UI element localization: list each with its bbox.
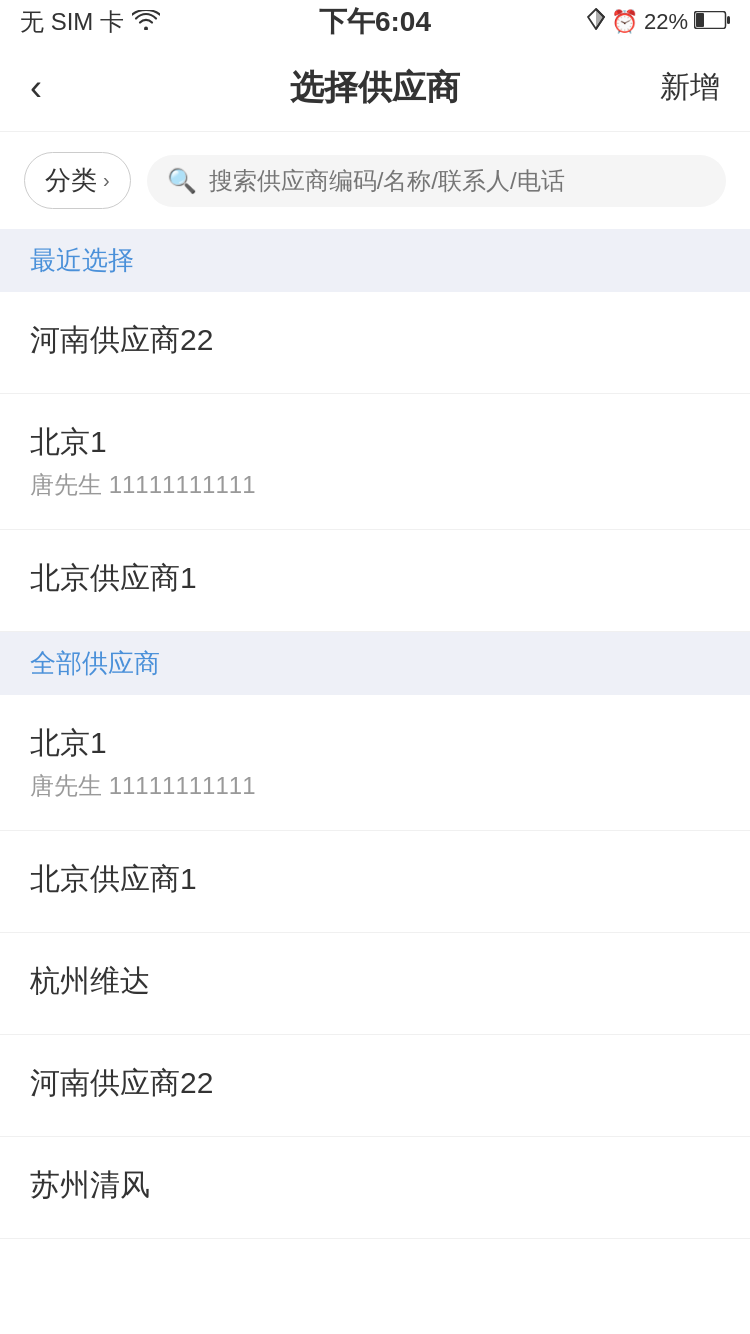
item-name: 苏州清风: [30, 1165, 720, 1206]
recent-section-header: 最近选择: [0, 229, 750, 292]
item-sub: 唐先生 11111111111: [30, 469, 720, 501]
filter-row: 分类 › 🔍: [0, 132, 750, 229]
item-name: 杭州维达: [30, 961, 720, 1002]
list-item[interactable]: 北京供应商1: [0, 831, 750, 933]
battery-label: 22%: [644, 9, 688, 35]
back-button[interactable]: ‹: [30, 67, 90, 109]
list-item[interactable]: 河南供应商22: [0, 1035, 750, 1137]
category-filter-button[interactable]: 分类 ›: [24, 152, 131, 209]
search-box: 🔍: [147, 155, 726, 207]
wifi-icon: [132, 8, 160, 36]
svg-rect-2: [727, 16, 730, 24]
nav-bar: ‹ 选择供应商 新增: [0, 44, 750, 132]
search-input[interactable]: [209, 167, 706, 195]
item-name: 北京供应商1: [30, 859, 720, 900]
svg-rect-1: [696, 13, 704, 27]
status-bar: 无 SIM 卡 下午6:04 ⏰ 22%: [0, 0, 750, 44]
status-left: 无 SIM 卡: [20, 6, 160, 38]
item-name: 北京供应商1: [30, 558, 720, 599]
search-icon: 🔍: [167, 167, 197, 195]
list-item[interactable]: 北京供应商1: [0, 530, 750, 632]
list-item[interactable]: 苏州清风: [0, 1137, 750, 1239]
location-icon: [587, 8, 605, 36]
list-item[interactable]: 河南供应商22: [0, 292, 750, 394]
category-label: 分类: [45, 163, 97, 198]
page-title: 选择供应商: [90, 65, 660, 111]
battery-icon: [694, 9, 730, 35]
all-items-list: 北京1 唐先生 11111111111 北京供应商1 杭州维达河南供应商22 苏州清风: [0, 695, 750, 1239]
item-name: 河南供应商22: [30, 320, 720, 361]
chevron-icon: ›: [103, 169, 110, 192]
list-item[interactable]: 北京1 唐先生 11111111111: [0, 394, 750, 530]
new-action-button[interactable]: 新增: [660, 67, 720, 108]
list-item[interactable]: 杭州维达: [0, 933, 750, 1035]
carrier-label: 无 SIM 卡: [20, 6, 124, 38]
item-name: 河南供应商22: [30, 1063, 720, 1104]
status-time: 下午6:04: [319, 3, 431, 41]
list-item[interactable]: 北京1 唐先生 11111111111: [0, 695, 750, 831]
recent-items-list: 河南供应商22 北京1 唐先生 11111111111 北京供应商1: [0, 292, 750, 632]
alarm-icon: ⏰: [611, 9, 638, 35]
all-section-header: 全部供应商: [0, 632, 750, 695]
item-sub: 唐先生 11111111111: [30, 770, 720, 802]
item-name: 北京1: [30, 422, 720, 463]
item-name: 北京1: [30, 723, 720, 764]
status-right: ⏰ 22%: [587, 8, 730, 36]
